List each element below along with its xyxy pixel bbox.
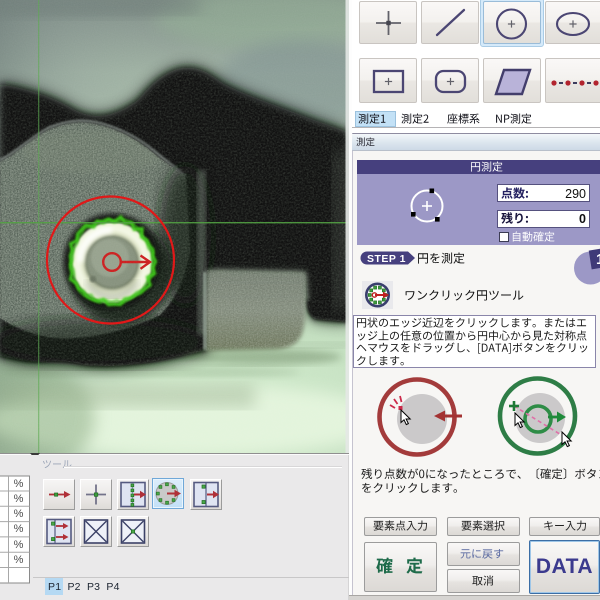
svg-text:1: 1: [596, 251, 600, 268]
